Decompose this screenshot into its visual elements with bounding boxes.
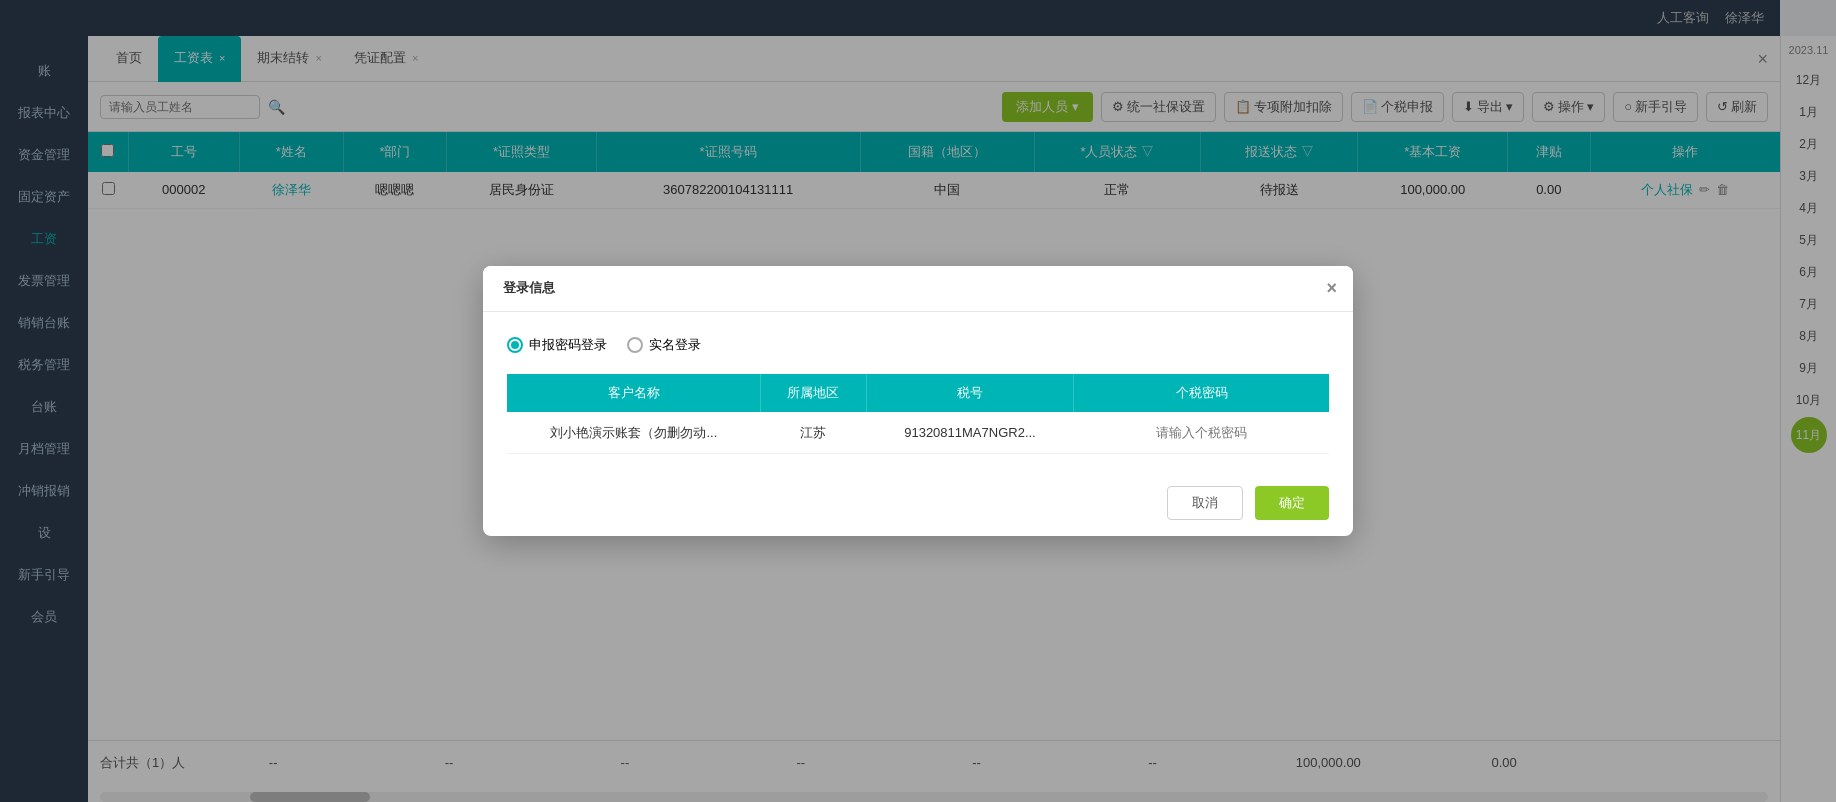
- dialog-taxno: 91320811MA7NGR2...: [866, 412, 1074, 454]
- confirm-button[interactable]: 确定: [1255, 486, 1329, 520]
- radio-realname-login[interactable]: 实名登录: [627, 336, 701, 354]
- dialog-header: 登录信息 ×: [483, 266, 1353, 312]
- radio-realname-circle: [627, 337, 643, 353]
- login-dialog: 登录信息 × 申报密码登录 实名登录 客户名称 所属地区: [483, 266, 1353, 537]
- cancel-button[interactable]: 取消: [1167, 486, 1243, 520]
- dialog-password-cell[interactable]: [1074, 412, 1329, 454]
- dialog-header-password: 个税密码: [1074, 374, 1329, 412]
- dialog-body: 申报密码登录 实名登录 客户名称 所属地区 税号 个税密码: [483, 312, 1353, 471]
- dialog-header-taxno: 税号: [866, 374, 1074, 412]
- dialog-table-row: 刘小艳演示账套（勿删勿动... 江苏 91320811MA7NGR2...: [507, 412, 1329, 454]
- dialog-header-company: 客户名称: [507, 374, 761, 412]
- dialog-region: 江苏: [761, 412, 866, 454]
- dialog-company: 刘小艳演示账套（勿删勿动...: [507, 412, 761, 454]
- dialog-header-region: 所属地区: [761, 374, 866, 412]
- dialog-footer: 取消 确定: [483, 470, 1353, 536]
- login-type-group: 申报密码登录 实名登录: [507, 336, 1329, 354]
- dialog-close-btn[interactable]: ×: [1326, 278, 1337, 299]
- dialog-table: 客户名称 所属地区 税号 个税密码 刘小艳演示账套（勿删勿动... 江苏 913…: [507, 374, 1329, 455]
- dialog-title: 登录信息: [503, 279, 555, 297]
- radio-password-login[interactable]: 申报密码登录: [507, 336, 607, 354]
- radio-password-circle: [507, 337, 523, 353]
- dialog-overlay: 登录信息 × 申报密码登录 实名登录 客户名称 所属地区: [0, 0, 1836, 802]
- password-input[interactable]: [1088, 425, 1315, 440]
